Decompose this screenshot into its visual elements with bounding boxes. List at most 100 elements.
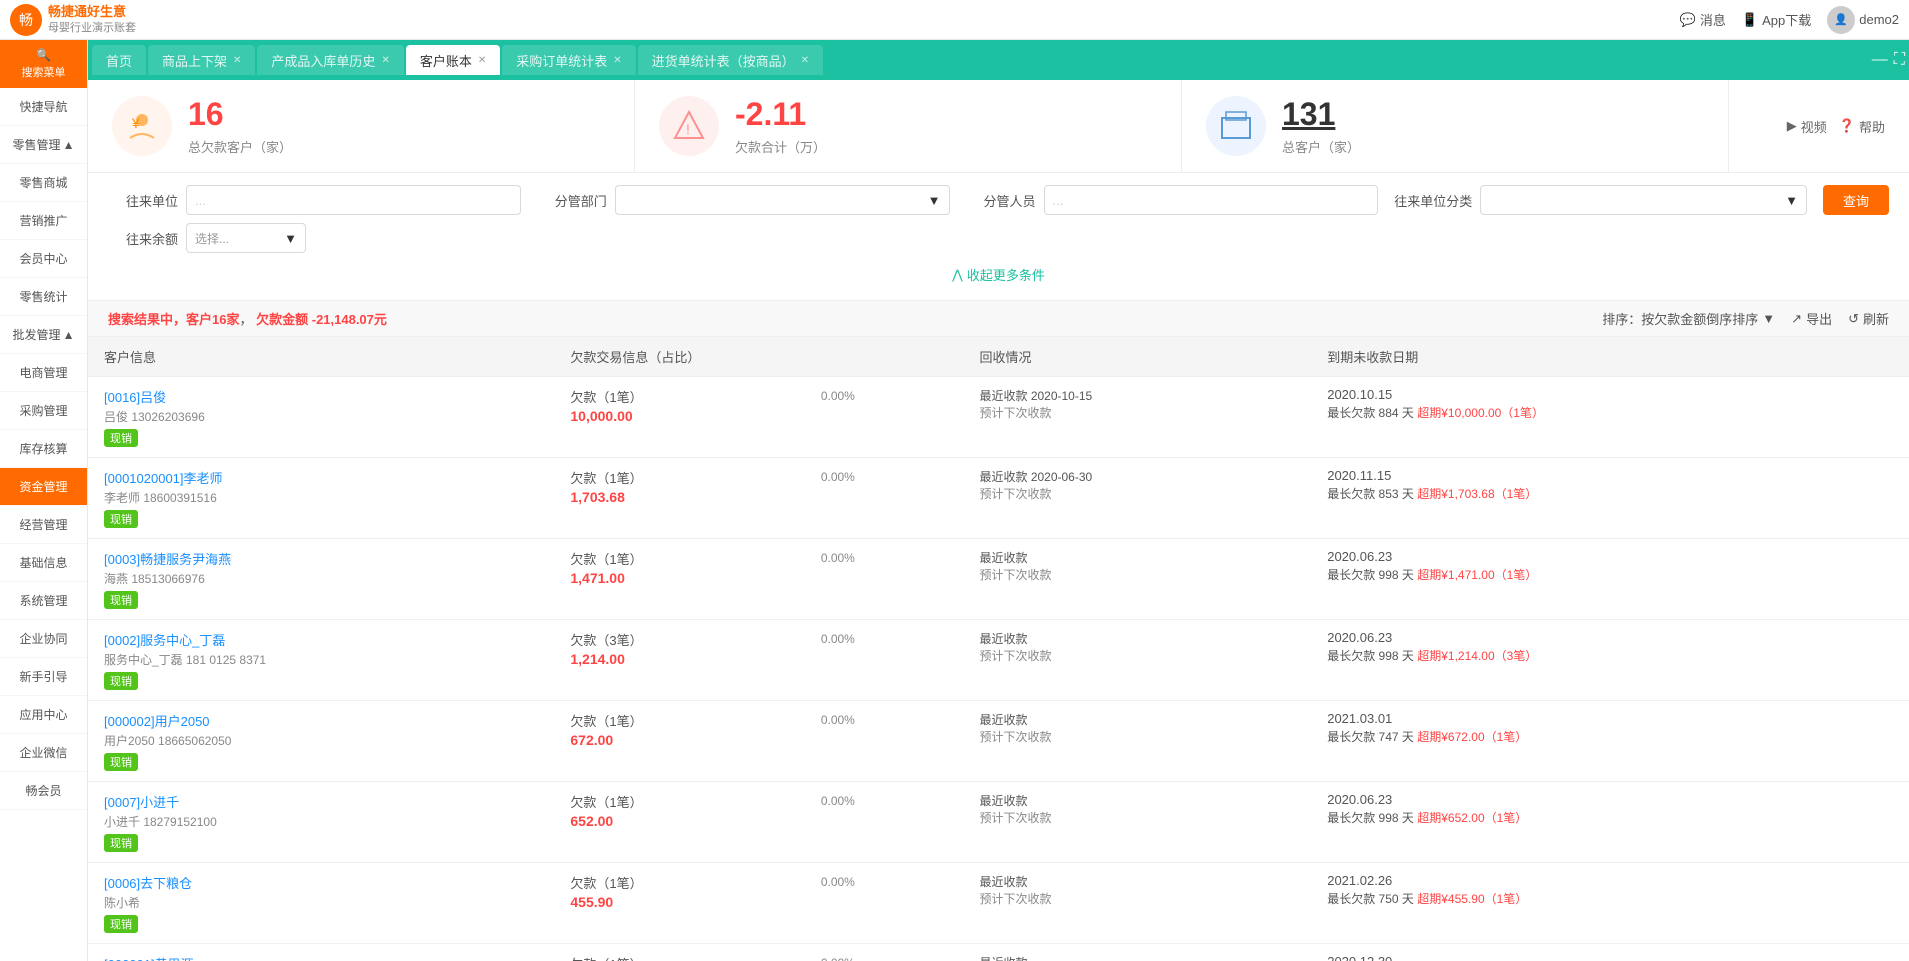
person-label: 分管人员 xyxy=(966,191,1036,210)
cell-recovery-4: 最近收款 预计下次收款 xyxy=(963,701,1311,782)
dept-select[interactable]: ▼ xyxy=(615,185,950,215)
debt-amount-5[interactable]: 652.00 xyxy=(570,813,788,829)
debt-amount-6[interactable]: 455.90 xyxy=(570,894,788,910)
due-date-0: 2020.10.15 xyxy=(1327,387,1893,402)
sidebar-item-yingyong[interactable]: 应用中心 xyxy=(0,696,87,734)
balance-select[interactable]: 选择... ▼ xyxy=(186,223,306,253)
overdue-amount-6[interactable]: 超期¥455.90（1笔） xyxy=(1417,892,1527,906)
tab-home[interactable]: 首页 xyxy=(92,45,146,75)
top-bar: 畅 畅捷通好生意 母婴行业演示账套 💬 消息 📱 App下载 👤 demo2 xyxy=(0,0,1909,40)
tab-minimize-btn[interactable]: — xyxy=(1872,51,1888,69)
tab-shangpin[interactable]: 商品上下架 ✕ xyxy=(148,45,255,75)
sidebar-item-shangcheng[interactable]: 零售商城 xyxy=(0,164,87,202)
debt-count-6: 欠款（1笔） xyxy=(570,873,788,892)
debt-amount-2[interactable]: 1,471.00 xyxy=(570,570,788,586)
customer-name-link-7[interactable]: [000001]黄思源 xyxy=(104,957,194,961)
sidebar-item-huiyuan[interactable]: 会员中心 xyxy=(0,240,87,278)
table-row: [0002]服务中心_丁磊 服务中心_丁磊 181 0125 8371 现销 欠… xyxy=(88,620,1909,701)
message-btn[interactable]: 💬 消息 xyxy=(1680,10,1726,29)
sidebar-item-lingsouttongji[interactable]: 零售统计 xyxy=(0,278,87,316)
sidebar-search[interactable]: 🔍 搜索菜单 xyxy=(0,40,87,88)
person-input[interactable]: ... xyxy=(1044,185,1379,215)
sidebar-label-0: 快捷导航 xyxy=(19,100,67,114)
sidebar-item-kuaijie[interactable]: 快捷导航 xyxy=(0,88,87,126)
customer-name-link-0[interactable]: [0016]吕俊 xyxy=(104,390,166,405)
overdue-amount-4[interactable]: 超期¥672.00（1笔） xyxy=(1417,730,1527,744)
cell-debt-percent-6: 0.00% xyxy=(805,863,964,944)
overdue-amount-0[interactable]: 超期¥10,000.00（1笔） xyxy=(1417,406,1544,420)
collapse-row[interactable]: ⋀ 收起更多条件 xyxy=(108,261,1889,288)
sidebar-item-jingying[interactable]: 经营管理 xyxy=(0,506,87,544)
app-subtitle: 母婴行业演示账套 xyxy=(48,21,136,35)
tab-shangpin-close[interactable]: ✕ xyxy=(233,55,241,66)
sidebar-item-caigou[interactable]: 采购管理 xyxy=(0,392,87,430)
cell-recovery-7: 最近收款 预计下次收款 xyxy=(963,944,1311,961)
tab-chanpinpin-close[interactable]: ✕ xyxy=(381,55,389,66)
cell-customer-4: [000002]用户2050 用户2050 18665062050 现销 xyxy=(88,701,554,782)
help-btn[interactable]: ❓ 帮助 xyxy=(1839,117,1885,136)
sidebar-item-qiyexietong[interactable]: 企业协同 xyxy=(0,620,87,658)
tab-chanpinpin-label: 产成品入库单历史 xyxy=(271,51,375,70)
sidebar-item-yingxiao[interactable]: 营销推广 xyxy=(0,202,87,240)
customer-name-link-2[interactable]: [0003]畅捷服务尹海燕 xyxy=(104,552,231,567)
overdue-amount-2[interactable]: 超期¥1,471.00（1笔） xyxy=(1417,568,1537,582)
next-collect-5: 预计下次收款 xyxy=(979,809,1295,826)
sidebar-item-qiyeweixin[interactable]: 企业微信 xyxy=(0,734,87,772)
cell-recovery-0: 最近收款 2020-10-15 预计下次收款 xyxy=(963,377,1311,458)
tab-jinhuodang[interactable]: 进货单统计表（按商品） ✕ xyxy=(638,45,823,75)
result-info: 搜索结果中，客户16家， 欠款金额 -21,148.07元 xyxy=(108,309,387,328)
sidebar-label-5: 零售统计 xyxy=(19,290,67,304)
cell-customer-0: [0016]吕俊 吕俊 13026203696 现销 xyxy=(88,377,554,458)
debt-amount-4[interactable]: 672.00 xyxy=(570,732,788,748)
debt-count-4: 欠款（1笔） xyxy=(570,711,788,730)
debt-amount-3[interactable]: 1,214.00 xyxy=(570,651,788,667)
next-collect-6: 预计下次收款 xyxy=(979,890,1295,907)
sidebar-item-xinshou[interactable]: 新手引导 xyxy=(0,658,87,696)
sort-select[interactable]: 排序：按欠款金额倒序排序 ▼ xyxy=(1602,309,1775,328)
customer-name-link-5[interactable]: [0007]小进千 xyxy=(104,795,179,810)
sidebar-item-jichu[interactable]: 基础信息 xyxy=(0,544,87,582)
overdue-amount-3[interactable]: 超期¥1,214.00（3笔） xyxy=(1417,649,1537,663)
sidebar-item-lingshou[interactable]: 零售管理 ▲ xyxy=(0,126,87,164)
customer-name-link-4[interactable]: [000002]用户2050 xyxy=(104,714,210,729)
sidebar-item-changhyuiyuan[interactable]: 畅会员 xyxy=(0,772,87,810)
tab-jinhuodang-close[interactable]: ✕ xyxy=(801,55,809,66)
cell-customer-3: [0002]服务中心_丁磊 服务中心_丁磊 181 0125 8371 现销 xyxy=(88,620,554,701)
sidebar-item-xitong[interactable]: 系统管理 xyxy=(0,582,87,620)
sidebar-label-11: 经营管理 xyxy=(19,518,67,532)
overdue-amount-1[interactable]: 超期¥1,703.68（1笔） xyxy=(1417,487,1537,501)
query-button[interactable]: 查询 xyxy=(1823,185,1889,215)
customer-name-link-1[interactable]: [0001020001]李老师 xyxy=(104,471,223,486)
refresh-icon: ↺ xyxy=(1848,311,1859,327)
sidebar-label-17: 企业微信 xyxy=(19,746,67,760)
filter-dept: 分管部门 ▼ xyxy=(537,185,950,215)
sidebar-item-pifa[interactable]: 批发管理 ▲ xyxy=(0,316,87,354)
tab-kehu[interactable]: 客户账本 ✕ xyxy=(406,45,500,75)
sidebar-item-kucunhesuan[interactable]: 库存核算 xyxy=(0,430,87,468)
cell-debt-percent-7: 0.00% xyxy=(805,944,964,961)
user-menu[interactable]: 👤 demo2 xyxy=(1827,6,1899,34)
customer-name-link-3[interactable]: [0002]服务中心_丁磊 xyxy=(104,633,225,648)
cell-debt-percent-0: 0.00% xyxy=(805,377,964,458)
tab-maximize-btn[interactable]: ⛶ xyxy=(1894,51,1905,69)
table-row: [000001]黄思源 黄思源 13552700226 现销 欠款（1笔） 42… xyxy=(88,944,1909,961)
tab-caigou-close[interactable]: ✕ xyxy=(613,55,621,66)
source-unit-input[interactable]: ... xyxy=(186,185,521,215)
customer-name-link-6[interactable]: [0006]去下粮仓 xyxy=(104,876,192,891)
tab-chanpinpin[interactable]: 产成品入库单历史 ✕ xyxy=(257,45,403,75)
overdue-amount-5[interactable]: 超期¥652.00（1笔） xyxy=(1417,811,1527,825)
tab-kehu-close[interactable]: ✕ xyxy=(478,55,486,66)
debt-count-1: 欠款（1笔） xyxy=(570,468,788,487)
sidebar-item-zijin[interactable]: 资金管理 xyxy=(0,468,87,506)
cell-customer-7: [000001]黄思源 黄思源 13552700226 现销 xyxy=(88,944,554,961)
unit-category-select[interactable]: ▼ xyxy=(1480,185,1807,215)
export-btn[interactable]: ↗ 导出 xyxy=(1791,309,1832,328)
app-download-btn[interactable]: 📱 App下载 xyxy=(1742,10,1811,29)
debt-amount-0[interactable]: 10,000.00 xyxy=(570,408,788,424)
refresh-btn[interactable]: ↺ 刷新 xyxy=(1848,309,1889,328)
debt-amount-1[interactable]: 1,703.68 xyxy=(570,489,788,505)
tab-caigou[interactable]: 采购订单统计表 ✕ xyxy=(502,45,635,75)
sidebar-item-diansahng[interactable]: 电商管理 xyxy=(0,354,87,392)
view-video-btn[interactable]: ▶ 视频 xyxy=(1787,117,1827,136)
table-row: [0006]去下粮仓 陈小希 现销 欠款（1笔） 455.90 0.00% 最近… xyxy=(88,863,1909,944)
